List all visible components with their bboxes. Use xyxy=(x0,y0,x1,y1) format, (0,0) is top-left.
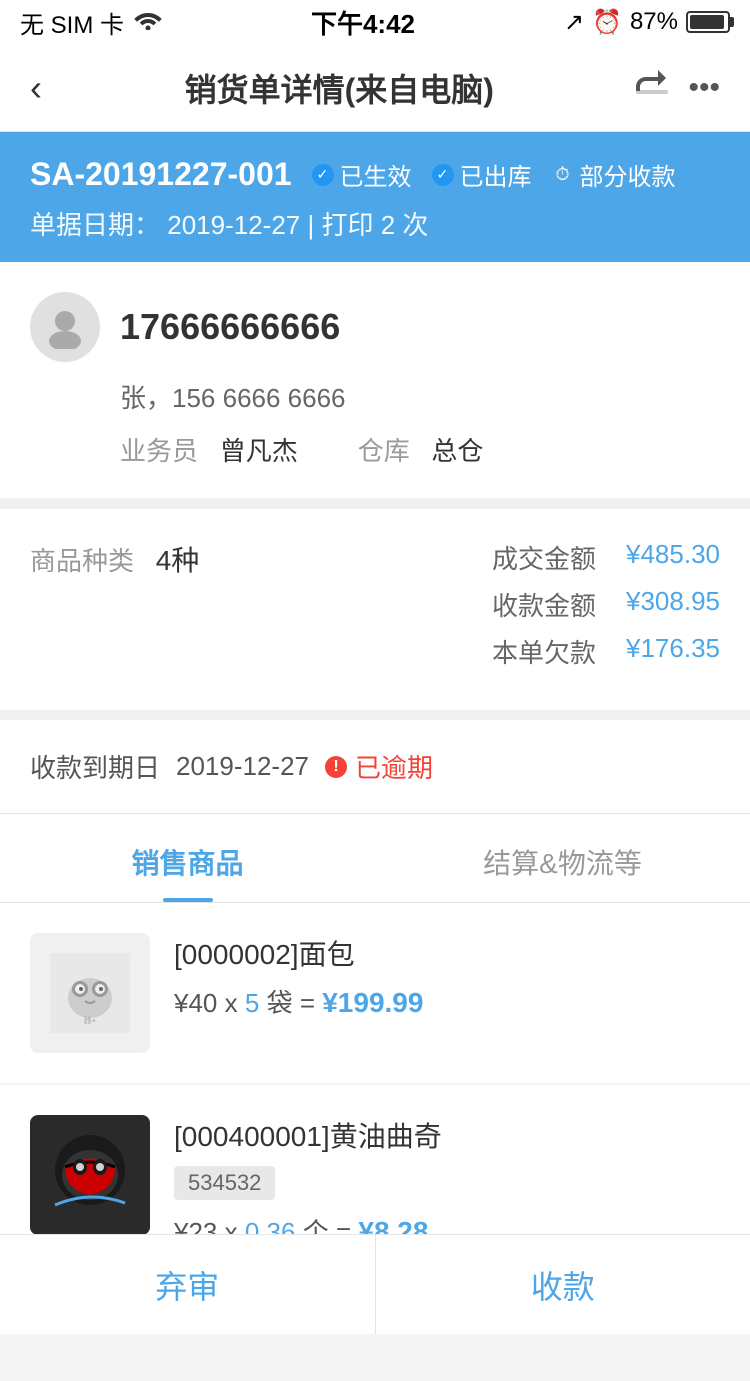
price-base-1: ¥40 xyxy=(174,988,217,1018)
abandon-review-label: 弃审 xyxy=(155,1262,219,1308)
stats-right: 成交金额 ¥485.30 收款金额 ¥308.95 本单欠款 ¥176.35 xyxy=(492,539,720,680)
amount-label: 成交金额 xyxy=(492,539,596,576)
date-label: 单据日期： xyxy=(30,210,160,240)
tab-settlement[interactable]: 结算&物流等 xyxy=(375,814,750,902)
sales-label-text: 业务员 xyxy=(120,436,198,466)
amount-value: ¥485.30 xyxy=(626,539,720,576)
customer-meta: 业务员 曾凡杰 仓库 总仓 xyxy=(30,431,720,468)
received-label: 收款金额 xyxy=(492,586,596,623)
alarm-icon: ⏰ xyxy=(592,8,622,37)
bottom-bar: 弃审 收款 xyxy=(0,1234,750,1334)
product-thumb-2 xyxy=(30,1115,150,1235)
status-shipped-text: 已出库 xyxy=(460,157,532,192)
print-text: 打印 2 次 xyxy=(321,210,428,240)
nav-actions: ••• xyxy=(636,68,720,108)
customer-row: 17666666666 xyxy=(30,292,720,362)
product-code-2: [000400001]黄油曲奇 xyxy=(174,1115,720,1155)
date-separator: | xyxy=(307,210,321,240)
header-bar: SA-20191227-001 ✓ 已生效 ✓ 已出库 ⏱ 部分收款 单据日期：… xyxy=(0,132,750,262)
wifi-icon xyxy=(134,8,162,37)
owed-value: ¥176.35 xyxy=(626,633,720,670)
product-price-1: ¥40 x 5 袋 = ¥199.99 xyxy=(174,983,720,1020)
sales-label: 业务员 曾凡杰 xyxy=(120,431,298,468)
status-left: 无 SIM 卡 xyxy=(20,5,162,40)
status-bar: 无 SIM 卡 下午4:42 ↗ ⏰ 87% xyxy=(0,0,750,44)
product-list: 器+ [0000002]面包 ¥40 x 5 袋 = ¥199.99 xyxy=(0,903,750,1279)
type-value: 4种 xyxy=(156,545,200,576)
tab-products[interactable]: 销售商品 xyxy=(0,814,375,902)
share-icon[interactable] xyxy=(636,68,668,108)
total-1: ¥199.99 xyxy=(322,987,423,1018)
product-type-row: 商品种类 4种 xyxy=(30,539,199,579)
status-badge-shipped: ✓ 已出库 xyxy=(432,157,532,192)
tabs-section: 销售商品 结算&物流等 xyxy=(0,813,750,903)
tab-settlement-label: 结算&物流等 xyxy=(483,848,642,879)
svg-text:器+: 器+ xyxy=(84,1016,97,1025)
order-id: SA-20191227-001 xyxy=(30,156,292,193)
divider-1 xyxy=(0,498,750,508)
qty-1: 5 xyxy=(245,988,259,1018)
collect-payment-label: 收款 xyxy=(531,1262,595,1308)
product-tag-2: 534532 xyxy=(174,1166,275,1200)
warehouse-label-text: 仓库 xyxy=(358,436,410,466)
equals-1: = xyxy=(300,988,322,1018)
received-row: 收款金额 ¥308.95 xyxy=(492,586,720,623)
overdue-badge: ! 已逾期 xyxy=(325,748,433,785)
owed-row: 本单欠款 ¥176.35 xyxy=(492,633,720,670)
check-shipped-icon: ✓ xyxy=(432,164,454,186)
status-partial-text: 部分收款 xyxy=(580,157,676,192)
unit-1: 袋 xyxy=(267,988,293,1018)
collect-payment-button[interactable]: 收款 xyxy=(376,1235,750,1334)
carrier-text: 无 SIM 卡 xyxy=(20,5,124,40)
status-badge-effective: ✓ 已生效 xyxy=(312,157,412,192)
type-label: 商品种类 xyxy=(30,546,134,576)
avatar xyxy=(30,292,100,362)
status-effective-text: 已生效 xyxy=(340,157,412,192)
nav-bar: ‹ 销货单详情(来自电脑) ••• xyxy=(0,44,750,132)
warehouse-value: 总仓 xyxy=(431,436,483,466)
battery-icon xyxy=(686,11,730,33)
status-time: 下午4:42 xyxy=(311,4,415,41)
check-effective-icon: ✓ xyxy=(312,164,334,186)
clock-icon: ⏱ xyxy=(552,164,574,186)
sales-value: 曾凡杰 xyxy=(220,436,298,466)
overdue-dot-icon: ! xyxy=(325,756,347,778)
due-section: 收款到期日 2019-12-27 ! 已逾期 xyxy=(0,710,750,813)
order-row: SA-20191227-001 ✓ 已生效 ✓ 已出库 ⏱ 部分收款 xyxy=(30,156,720,193)
back-button[interactable]: ‹ xyxy=(30,67,42,109)
abandon-review-button[interactable]: 弃审 xyxy=(0,1235,376,1334)
due-label: 收款到期日 xyxy=(30,748,160,785)
more-icon[interactable]: ••• xyxy=(688,71,720,105)
order-date: 2019-12-27 xyxy=(167,210,300,240)
stats-section: 商品种类 4种 成交金额 ¥485.30 收款金额 ¥308.95 本单欠款 ¥… xyxy=(0,508,750,710)
page-title: 销货单详情(来自电脑) xyxy=(185,65,494,111)
tab-products-label: 销售商品 xyxy=(131,848,243,879)
list-item: 器+ [0000002]面包 ¥40 x 5 袋 = ¥199.99 xyxy=(0,903,750,1083)
header-date-row: 单据日期： 2019-12-27 | 打印 2 次 xyxy=(30,205,720,242)
product-code-1: [0000002]面包 xyxy=(174,933,720,973)
customer-section: 17666666666 张，156 6666 6666 业务员 曾凡杰 仓库 总… xyxy=(0,262,750,498)
price-sep-1: x xyxy=(225,988,245,1018)
overdue-text: 已逾期 xyxy=(355,748,433,785)
customer-name: 张，156 6666 6666 xyxy=(30,378,720,415)
product-thumb-1: 器+ xyxy=(30,933,150,1053)
status-right: ↗ ⏰ 87% xyxy=(564,8,730,37)
owed-label: 本单欠款 xyxy=(492,633,596,670)
product-info-1: [0000002]面包 ¥40 x 5 袋 = ¥199.99 xyxy=(174,933,720,1020)
battery-text: 87% xyxy=(630,8,678,36)
stats-left: 商品种类 4种 xyxy=(30,539,199,579)
received-value: ¥308.95 xyxy=(626,586,720,623)
customer-phone: 17666666666 xyxy=(120,306,340,348)
warehouse-label: 仓库 总仓 xyxy=(358,431,484,468)
due-date: 2019-12-27 xyxy=(176,751,309,782)
location-icon: ↗ xyxy=(564,8,584,37)
product-info-2: [000400001]黄油曲奇 534532 ¥23 x 0.36 个 = ¥8… xyxy=(174,1115,720,1249)
amount-row: 成交金额 ¥485.30 xyxy=(492,539,720,576)
status-badge-partial: ⏱ 部分收款 xyxy=(552,157,676,192)
